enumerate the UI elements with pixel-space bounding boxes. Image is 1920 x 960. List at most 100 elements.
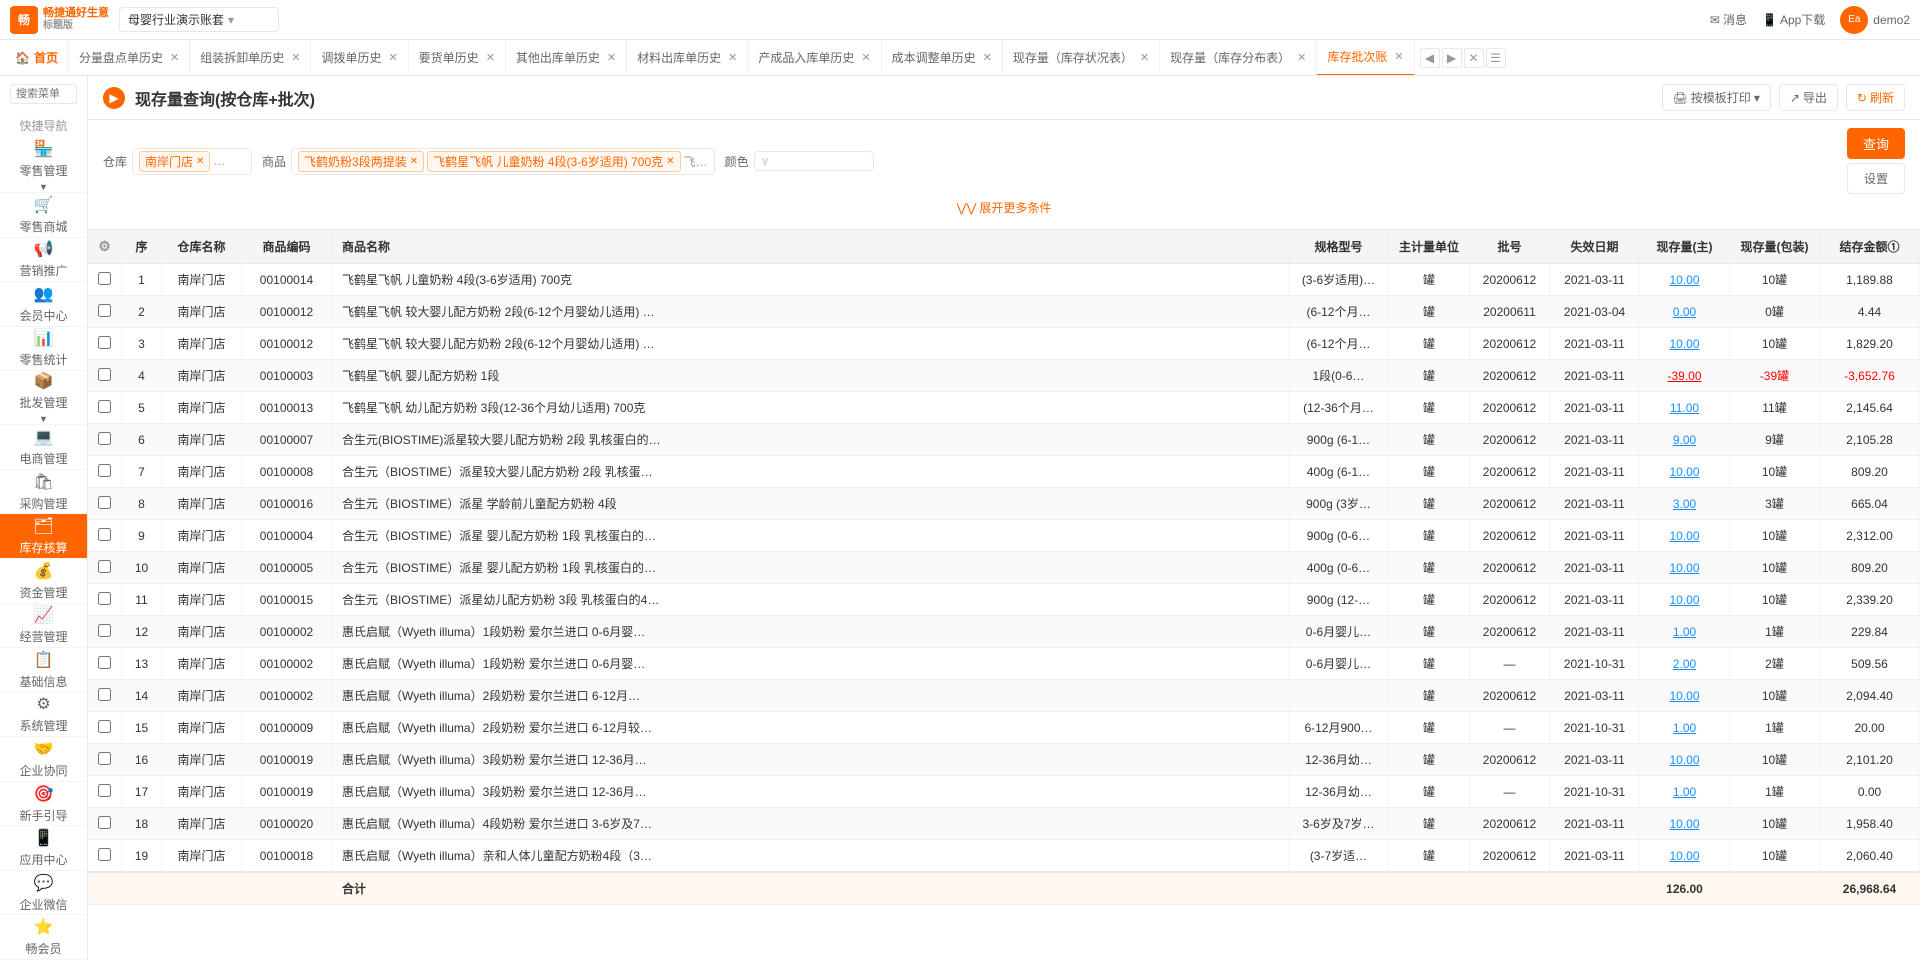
expand-filter-btn[interactable]: ▶ <box>103 87 125 109</box>
tab-next-btn[interactable]: ▶ <box>1442 48 1462 68</box>
tab-close-icon[interactable]: ✕ <box>1140 51 1149 64</box>
row-qty-main[interactable]: 10.00 <box>1640 808 1730 840</box>
industry-selector[interactable]: 母婴行业演示账套 ▾ <box>119 7 279 32</box>
sidebar-shortcut[interactable]: 快捷导航 <box>0 112 87 139</box>
settings-btn[interactable]: 设置 <box>1847 163 1905 194</box>
row-check[interactable] <box>88 584 122 616</box>
row-qty-main[interactable]: 10.00 <box>1640 264 1730 296</box>
warehouse-tag-close-icon[interactable]: ✕ <box>196 156 204 167</box>
row-checkbox[interactable] <box>98 848 111 861</box>
sidebar-item-member-center[interactable]: 👥 会员中心 <box>0 282 87 327</box>
row-checkbox[interactable] <box>98 656 111 669</box>
product-tag2-close-icon[interactable]: ✕ <box>666 156 674 167</box>
row-check[interactable] <box>88 264 122 296</box>
sidebar-item-member[interactable]: ⭐ 畅会员 <box>0 915 87 960</box>
tab-other-outstock[interactable]: 其他出库单历史 ✕ <box>506 40 627 76</box>
tab-cost-adjust[interactable]: 成本调整单历史 ✕ <box>882 40 1003 76</box>
row-checkbox[interactable] <box>98 432 111 445</box>
row-checkbox[interactable] <box>98 336 111 349</box>
sidebar-item-new-guide[interactable]: 🎯 新手引导 <box>0 782 87 827</box>
row-check[interactable] <box>88 840 122 873</box>
tab-batch-voucher[interactable]: 库存批次账 ✕ <box>1317 40 1414 76</box>
row-qty-main[interactable]: 10.00 <box>1640 552 1730 584</box>
row-check[interactable] <box>88 360 122 392</box>
row-checkbox[interactable] <box>98 368 111 381</box>
sidebar-item-retail-stats[interactable]: 📊 零售统计 <box>0 327 87 372</box>
sidebar-item-retail-mgmt[interactable]: 🏪 零售管理 ▼ <box>0 139 87 193</box>
tab-close-all-btn[interactable]: ✕ <box>1464 48 1484 68</box>
row-checkbox[interactable] <box>98 816 111 829</box>
search-btn[interactable]: 查询 <box>1847 128 1905 159</box>
row-qty-main[interactable]: 10.00 <box>1640 744 1730 776</box>
row-checkbox[interactable] <box>98 496 111 509</box>
template-print-btn[interactable]: 🖨 按模板打印 ▾ <box>1662 84 1771 111</box>
tab-prev-btn[interactable]: ◀ <box>1420 48 1440 68</box>
refresh-btn[interactable]: ↻ 刷新 <box>1846 84 1905 111</box>
tab-purchase-order[interactable]: 要货单历史 ✕ <box>409 40 506 76</box>
row-checkbox[interactable] <box>98 528 111 541</box>
row-checkbox[interactable] <box>98 592 111 605</box>
sidebar-item-enterprise-coop[interactable]: 🤝 企业协同 <box>0 737 87 782</box>
product-more[interactable]: 飞… <box>684 153 708 170</box>
user-profile[interactable]: Ea demo2 <box>1840 6 1910 34</box>
sidebar-item-basic-info[interactable]: 📋 基础信息 <box>0 648 87 693</box>
row-qty-main[interactable]: 3.00 <box>1640 488 1730 520</box>
color-tag-container[interactable]: ∨ <box>754 151 874 171</box>
sidebar-item-inventory[interactable]: 🗂 库存核算 <box>0 514 87 559</box>
sidebar-item-ecommerce[interactable]: 💻 电商管理 <box>0 425 87 470</box>
tab-close-icon[interactable]: ✕ <box>170 51 179 64</box>
row-qty-main[interactable]: 2.00 <box>1640 648 1730 680</box>
row-qty-main[interactable]: 10.00 <box>1640 456 1730 488</box>
tab-qty-dist[interactable]: 现存量（库存分布表） ✕ <box>1160 40 1317 76</box>
row-qty-main[interactable]: 9.00 <box>1640 424 1730 456</box>
row-check[interactable] <box>88 296 122 328</box>
product-tag1-close-icon[interactable]: ✕ <box>410 156 418 167</box>
row-check[interactable] <box>88 424 122 456</box>
row-check[interactable] <box>88 680 122 712</box>
tab-partial-count[interactable]: 分量盘点单历史 ✕ <box>69 40 190 76</box>
sidebar-item-retail-shop[interactable]: 🛒 零售商城 <box>0 193 87 238</box>
row-qty-main[interactable]: 11.00 <box>1640 392 1730 424</box>
row-qty-main[interactable]: 10.00 <box>1640 328 1730 360</box>
tab-menu-btn[interactable]: ☰ <box>1486 48 1506 68</box>
tab-product-instock[interactable]: 产成品入库单历史 ✕ <box>748 40 881 76</box>
row-qty-main[interactable]: 10.00 <box>1640 584 1730 616</box>
row-qty-main[interactable]: 10.00 <box>1640 840 1730 873</box>
row-check[interactable] <box>88 776 122 808</box>
tab-qty-status[interactable]: 现存量（库存状况表） ✕ <box>1003 40 1160 76</box>
warehouse-tag-container[interactable]: 南岸门店 ✕ … <box>132 148 252 175</box>
row-checkbox[interactable] <box>98 688 111 701</box>
tab-material-outstock[interactable]: 材料出库单历史 ✕ <box>627 40 748 76</box>
tab-close-icon[interactable]: ✕ <box>1297 51 1306 64</box>
row-qty-main[interactable]: 1.00 <box>1640 616 1730 648</box>
tab-close-icon[interactable]: ✕ <box>291 51 300 64</box>
sidebar-item-purchase[interactable]: 🛍 采购管理 <box>0 470 87 515</box>
row-qty-main[interactable]: 0.00 <box>1640 296 1730 328</box>
tab-close-icon[interactable]: ✕ <box>861 51 870 64</box>
row-checkbox[interactable] <box>98 400 111 413</box>
row-check[interactable] <box>88 808 122 840</box>
row-check[interactable] <box>88 392 122 424</box>
row-checkbox[interactable] <box>98 304 111 317</box>
tab-home[interactable]: 🏠 首页 <box>5 40 69 76</box>
product-tag-container[interactable]: 飞鹤奶粉3段两提装 ✕ 飞鹤星飞帆 儿童奶粉 4段(3-6岁适用) 700克 ✕… <box>291 148 715 175</box>
row-checkbox[interactable] <box>98 784 111 797</box>
row-qty-main[interactable]: 10.00 <box>1640 680 1730 712</box>
row-check[interactable] <box>88 744 122 776</box>
row-checkbox[interactable] <box>98 272 111 285</box>
warehouse-more-icon[interactable]: … <box>213 154 225 168</box>
row-qty-main[interactable]: -39.00 <box>1640 360 1730 392</box>
tab-close-icon[interactable]: ✕ <box>486 51 495 64</box>
search-input[interactable] <box>10 84 77 104</box>
sidebar-item-finance[interactable]: 💰 资金管理 <box>0 559 87 604</box>
tab-close-icon[interactable]: ✕ <box>1394 50 1403 63</box>
row-check[interactable] <box>88 488 122 520</box>
message-btn[interactable]: ✉ 消息 <box>1710 11 1747 28</box>
row-check[interactable] <box>88 616 122 648</box>
sidebar-item-wholesale[interactable]: 📦 批发管理 ▼ <box>0 371 87 425</box>
row-qty-main[interactable]: 1.00 <box>1640 776 1730 808</box>
sidebar-item-marketing[interactable]: 📢 营销推广 <box>0 238 87 283</box>
row-check[interactable] <box>88 552 122 584</box>
tab-close-icon[interactable]: ✕ <box>388 51 397 64</box>
row-check[interactable] <box>88 520 122 552</box>
